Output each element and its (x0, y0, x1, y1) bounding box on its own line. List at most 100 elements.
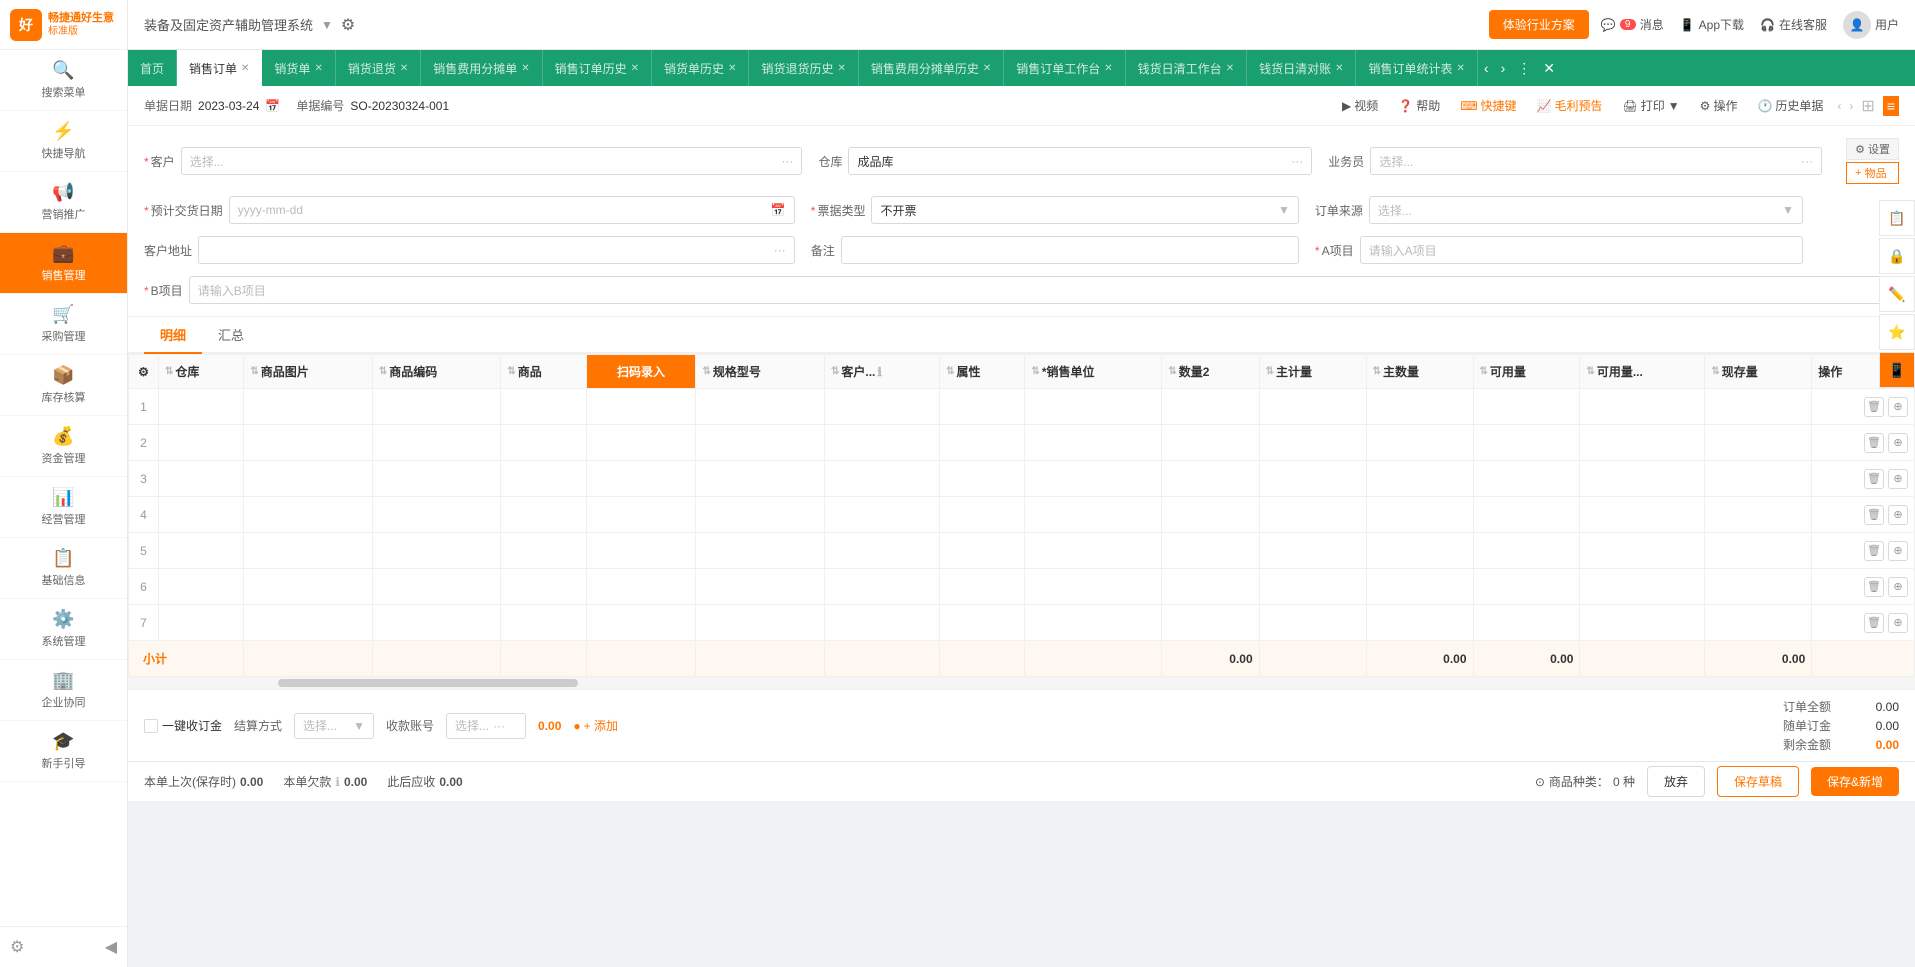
th-available-more[interactable]: ⇅ 可用量... (1580, 355, 1705, 389)
row4-code[interactable] (372, 497, 501, 533)
row2-spec[interactable] (696, 425, 825, 461)
row3-image[interactable] (244, 461, 373, 497)
user-btn[interactable]: 👤 用户 (1843, 11, 1899, 39)
tab-sales-return[interactable]: 销货单 ✕ (262, 50, 335, 86)
sort-avail-icon[interactable]: ⇅ (1480, 366, 1488, 377)
row1-munit[interactable] (1259, 389, 1366, 425)
row4-warehouse[interactable] (159, 497, 244, 533)
row3-spec[interactable] (696, 461, 825, 497)
salesperson-input[interactable]: 选择... ··· (1370, 147, 1822, 175)
sort-spec-icon[interactable]: ⇅ (702, 366, 710, 377)
sort-product-icon[interactable]: ⇅ (507, 366, 515, 377)
row6-avail[interactable] (1473, 569, 1580, 605)
add-payment-btn[interactable]: ● + 添加 (573, 717, 618, 734)
row4-avail2[interactable] (1580, 497, 1705, 533)
tab-workbench[interactable]: 销售订单工作台 ✕ (1004, 50, 1125, 86)
row7-mqty[interactable] (1366, 605, 1473, 641)
row1-product[interactable] (501, 389, 586, 425)
row7-customer-code[interactable] (824, 605, 939, 641)
row2-customer-code[interactable] (824, 425, 939, 461)
sort-munit-icon[interactable]: ⇅ (1266, 366, 1274, 377)
invoice-select[interactable]: 不开票 ▼ (871, 196, 1298, 224)
row2-stock[interactable] (1705, 425, 1812, 461)
th-main-unit[interactable]: ⇅ 主计量 (1259, 355, 1366, 389)
shortcut-btn[interactable]: ⌨ 快捷键 (1454, 94, 1522, 117)
row2-munit[interactable] (1259, 425, 1366, 461)
row4-delete-btn[interactable]: 🗑 (1864, 505, 1884, 525)
sidebar-item-inventory[interactable]: 📦 库存核算 (0, 355, 127, 416)
sort-customer-icon[interactable]: ⇅ (831, 366, 839, 377)
one-key-checkbox[interactable]: 一键收订金 (144, 717, 222, 734)
th-available[interactable]: ⇅ 可用量 (1473, 355, 1580, 389)
th-warehouse[interactable]: ⇅ 仓库 (159, 355, 244, 389)
trial-button[interactable]: 体验行业方案 (1489, 10, 1589, 39)
tab-workbench-close[interactable]: ✕ (1104, 63, 1112, 74)
sidebar-item-nav[interactable]: ⚡ 快捷导航 (0, 111, 127, 172)
row6-scan[interactable] (586, 569, 696, 605)
row3-delete-btn[interactable]: 🗑 (1864, 469, 1884, 489)
row6-avail2[interactable] (1580, 569, 1705, 605)
th-product-code[interactable]: ⇅ 商品编码 (372, 355, 501, 389)
grid-view-icon[interactable]: ⊞ (1861, 96, 1874, 116)
row6-warehouse[interactable] (159, 569, 244, 605)
th-current-stock[interactable]: ⇅ 现存量 (1705, 355, 1812, 389)
row1-delete-btn[interactable]: 🗑 (1864, 397, 1884, 417)
th-scan[interactable]: 扫码录入 (586, 355, 696, 389)
row1-copy-btn[interactable]: ⊕ (1888, 397, 1908, 417)
row7-image[interactable] (244, 605, 373, 641)
row4-customer-code[interactable] (824, 497, 939, 533)
row3-avail2[interactable] (1580, 461, 1705, 497)
sidebar-item-purchase[interactable]: 🛒 采购管理 (0, 294, 127, 355)
row4-spec[interactable] (696, 497, 825, 533)
row4-attr[interactable] (940, 497, 1025, 533)
messages-btn[interactable]: 💬 9 消息 (1601, 16, 1664, 33)
sidebar-item-sales[interactable]: 💼 销售管理 (0, 233, 127, 294)
row3-avail[interactable] (1473, 461, 1580, 497)
row5-spec[interactable] (696, 533, 825, 569)
row5-munit[interactable] (1259, 533, 1366, 569)
tab-fee-split-history[interactable]: 销售费用分摊单历史 ✕ (859, 50, 1004, 86)
row7-warehouse[interactable] (159, 605, 244, 641)
row4-munit[interactable] (1259, 497, 1366, 533)
settings-side-btn[interactable]: ⚙ 保存草稿 设置 (1846, 138, 1899, 160)
help-btn[interactable]: ❓ 帮助 (1392, 94, 1446, 117)
row1-scan[interactable] (586, 389, 696, 425)
calendar-icon[interactable]: 📅 (265, 99, 280, 113)
row7-stock[interactable] (1705, 605, 1812, 641)
sort-stock-icon[interactable]: ⇅ (1711, 366, 1719, 377)
side-btn-4[interactable]: ⭐ (1879, 314, 1915, 350)
row7-spec[interactable] (696, 605, 825, 641)
row1-warehouse[interactable] (159, 389, 244, 425)
row3-unit[interactable] (1025, 461, 1162, 497)
table-container[interactable]: ⚙ ⇅ 仓库 ⇅ (128, 354, 1915, 677)
sidebar-item-operations[interactable]: 📊 经营管理 (0, 477, 127, 538)
row2-mqty[interactable] (1366, 425, 1473, 461)
tab-sales-refund-close[interactable]: ✕ (400, 63, 408, 74)
row2-copy-btn[interactable]: ⊕ (1888, 433, 1908, 453)
tab-refund-history-close[interactable]: ✕ (837, 63, 845, 74)
row2-avail2[interactable] (1580, 425, 1705, 461)
row5-warehouse[interactable] (159, 533, 244, 569)
row2-warehouse[interactable] (159, 425, 244, 461)
row1-image[interactable] (244, 389, 373, 425)
th-main-qty[interactable]: ⇅ 主数量 (1366, 355, 1473, 389)
th-product[interactable]: ⇅ 商品 (501, 355, 586, 389)
row7-avail[interactable] (1473, 605, 1580, 641)
row3-stock[interactable] (1705, 461, 1812, 497)
sort-qty2-icon[interactable]: ⇅ (1168, 366, 1176, 377)
sidebar-item-marketing[interactable]: 📢 营销推广 (0, 172, 127, 233)
tab-sales-order-close[interactable]: ✕ (241, 63, 249, 74)
row6-image[interactable] (244, 569, 373, 605)
row4-image[interactable] (244, 497, 373, 533)
warehouse-input[interactable]: 成品库 ··· (848, 147, 1312, 175)
sort-code-icon[interactable]: ⇅ (379, 366, 387, 377)
row3-munit[interactable] (1259, 461, 1366, 497)
tab-home[interactable]: 首页 (128, 50, 177, 86)
sidebar-item-system[interactable]: ⚙️ 系统管理 (0, 599, 127, 660)
side-btn-3[interactable]: ✏️ (1879, 276, 1915, 312)
sidebar-item-search[interactable]: 🔍 搜索菜单 (0, 50, 127, 111)
tab-daily-reconcile-close[interactable]: ✕ (1335, 63, 1343, 74)
sort-warehouse-icon[interactable]: ⇅ (165, 366, 173, 377)
tab-order-history-close[interactable]: ✕ (631, 63, 639, 74)
tab-next-btn[interactable]: › (1495, 60, 1512, 76)
